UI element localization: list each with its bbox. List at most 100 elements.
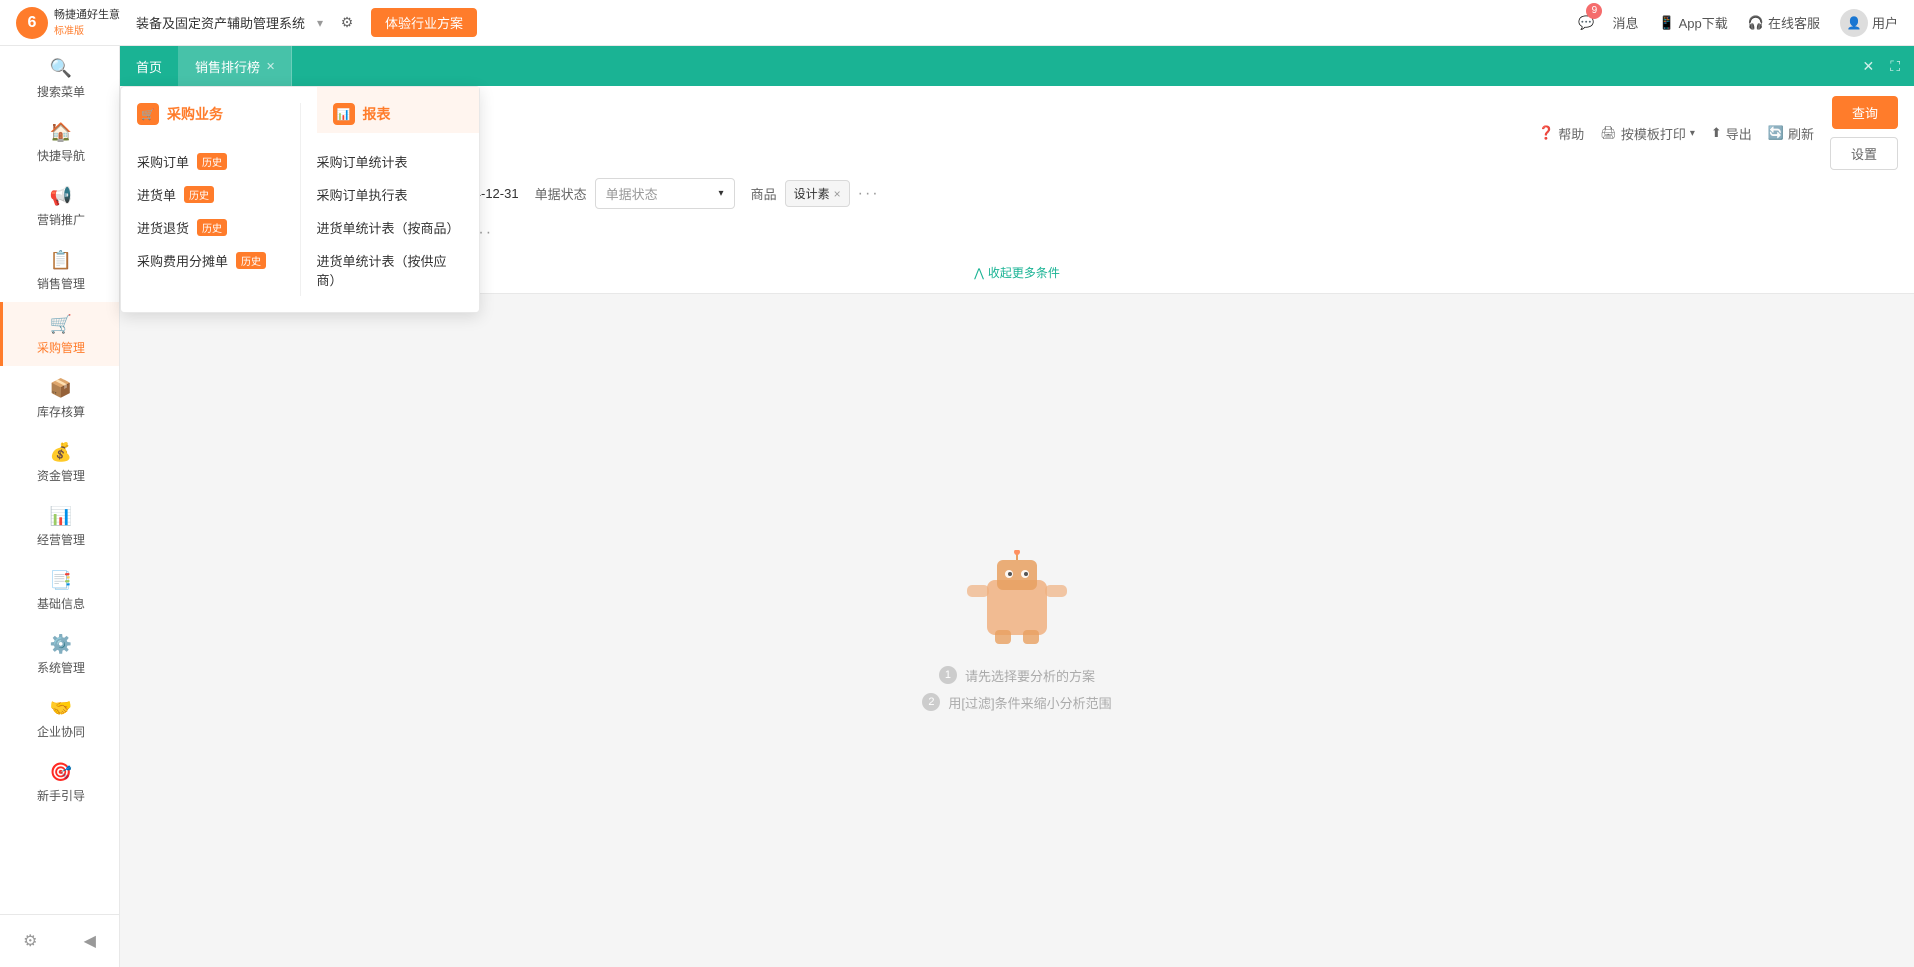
basic-info-icon: 📑 (50, 570, 72, 591)
dropdown-divider (300, 103, 301, 296)
reports-col-title: 报表 (363, 104, 391, 124)
search-icon: 🔍 (50, 58, 72, 79)
logo-icon: 6 (16, 7, 48, 39)
system-icon: ⚙️ (50, 634, 72, 655)
help-button[interactable]: ❓ 帮助 (1538, 124, 1584, 143)
refresh-icon: 🔄 (1768, 125, 1784, 141)
goods-tag-value: 设计素 (794, 185, 830, 202)
logo-line1: 畅捷通好生意 (54, 8, 120, 22)
purchase-col-title: 采购业务 (167, 104, 223, 124)
empty-step-1: 1 请先选择要分析的方案 (939, 666, 1095, 685)
reports-col-icon: 📊 (333, 103, 355, 125)
sidebar-label-quick-nav: 快捷导航 (37, 147, 85, 164)
sidebar-item-capital[interactable]: 💰 资金管理 (0, 430, 119, 494)
sidebar-label-basic-info: 基础信息 (37, 595, 85, 612)
message-badge: 9 (1586, 3, 1602, 19)
sidebar-item-sales[interactable]: 📋 销售管理 (0, 238, 119, 302)
sidebar-item-operations[interactable]: 📊 经营管理 (0, 494, 119, 558)
sales-icon: 📋 (50, 250, 72, 271)
operations-icon: 📊 (50, 506, 72, 527)
online-service-button[interactable]: 🎧 在线客服 (1748, 13, 1820, 32)
sidebar-label-capital: 资金管理 (37, 467, 85, 484)
dropdown-item-receipt-stats-goods[interactable]: 进货单统计表（按商品） (317, 211, 464, 244)
headset-icon: 🎧 (1748, 15, 1764, 31)
doc-status-value: 单据状态 (606, 184, 715, 203)
doc-status-select[interactable]: 单据状态 ▾ (595, 178, 735, 209)
dropdown-item-order-stats[interactable]: 采购订单统计表 (317, 145, 464, 178)
empty-state: 1 请先选择要分析的方案 2 用[过滤]条件来缩小分析范围 (120, 294, 1914, 967)
sidebar-label-marketing: 营销推广 (37, 211, 85, 228)
sidebar-item-basic-info[interactable]: 📑 基础信息 (0, 558, 119, 622)
user-menu-button[interactable]: 👤 用户 (1840, 9, 1898, 37)
refresh-button[interactable]: 🔄 刷新 (1768, 124, 1814, 143)
sidebar: 🔍 搜索菜单 🏠 快捷导航 📢 营销推广 📋 销售管理 🛒 采购管理 📦 库存核… (0, 46, 120, 967)
history-badge-3: 历史 (236, 252, 266, 269)
order-exec-label: 采购订单执行表 (317, 185, 408, 204)
order-stats-label: 采购订单统计表 (317, 152, 408, 171)
sidebar-label-enterprise: 企业协同 (37, 723, 85, 740)
sidebar-item-guide[interactable]: 🎯 新手引导 (0, 750, 119, 814)
gear-icon[interactable]: ⚙ (335, 11, 359, 35)
dropdown-item-goods-receipt[interactable]: 进货单 历史 (137, 178, 284, 211)
reports-col: 📊 报表 采购订单统计表 采购订单执行表 进货单统计表（按商品） 进货单统计表（… (317, 103, 464, 296)
sidebar-item-purchase[interactable]: 🛒 采购管理 (0, 302, 119, 366)
collapse-button[interactable]: ⋀ 收起更多条件 (958, 260, 1076, 285)
tab-sales-rank[interactable]: 销售排行榜 ✕ (179, 46, 292, 86)
print-dropdown-icon: ▾ (1690, 128, 1695, 139)
tab-close-window-icon[interactable]: ✕ (1856, 54, 1880, 79)
dropdown-item-purchase-expense[interactable]: 采购费用分摊单 历史 (137, 244, 284, 277)
sidebar-item-search[interactable]: 🔍 搜索菜单 (0, 46, 119, 110)
logo-line2: 标准版 (54, 22, 120, 37)
sidebar-item-quick-nav[interactable]: 🏠 快捷导航 (0, 110, 119, 174)
setting-button[interactable]: 设置 (1830, 137, 1898, 170)
print-button[interactable]: 🖨 按模板打印 ▾ (1600, 124, 1695, 143)
purchase-order-label: 采购订单 (137, 152, 189, 171)
system-dropdown-arrow[interactable]: ▾ (317, 16, 323, 30)
collapse-sidebar-icon[interactable]: ◀ (80, 927, 100, 955)
app-download-button[interactable]: 📱 App下载 (1658, 13, 1727, 32)
goods-receipt-label: 进货单 (137, 185, 176, 204)
tab-bar: 首页 销售排行榜 ✕ ✕ ⛶ (120, 46, 1914, 86)
tab-home[interactable]: 首页 (120, 46, 179, 86)
sidebar-label-inventory: 库存核算 (37, 403, 85, 420)
sidebar-bottom: ⚙ ◀ (0, 914, 119, 967)
purchase-col-header: 🛒 采购业务 (137, 103, 284, 133)
sidebar-item-marketing[interactable]: 📢 营销推广 (0, 174, 119, 238)
goods-tag-close[interactable]: × (834, 187, 841, 201)
industry-button[interactable]: 体验行业方案 (371, 8, 477, 37)
sidebar-item-system[interactable]: ⚙️ 系统管理 (0, 622, 119, 686)
tab-close-icon[interactable]: ✕ (266, 60, 275, 73)
query-button[interactable]: 查询 (1832, 96, 1898, 129)
tab-expand-icon[interactable]: ⛶ (1884, 54, 1906, 79)
empty-step1-text: 请先选择要分析的方案 (965, 666, 1095, 685)
purchase-expense-label: 采购费用分摊单 (137, 251, 228, 270)
settings-bottom-icon[interactable]: ⚙ (19, 927, 41, 955)
header-center: 装备及固定资产辅助管理系统 ▾ ⚙ 体验行业方案 (136, 8, 1578, 37)
home-icon: 🏠 (50, 122, 72, 143)
sidebar-item-enterprise[interactable]: 🤝 企业协同 (0, 686, 119, 750)
message-button[interactable]: 💬 9 消息 (1578, 11, 1638, 35)
history-badge-2: 历史 (197, 219, 227, 236)
dropdown-item-goods-return[interactable]: 进货退货 历史 (137, 211, 284, 244)
dropdown-item-receipt-stats-supplier[interactable]: 进货单统计表（按供应商） (317, 244, 464, 296)
dropdown-item-purchase-order[interactable]: 采购订单 历史 (137, 145, 284, 178)
doc-status-label: 单据状态 (535, 184, 587, 203)
collapse-label: 收起更多条件 (988, 264, 1060, 281)
dropdown-item-order-exec[interactable]: 采购订单执行表 (317, 178, 464, 211)
logo-area: 6 畅捷通好生意 标准版 (16, 7, 136, 39)
sidebar-label-system: 系统管理 (37, 659, 85, 676)
purchase-business-col: 🛒 采购业务 采购订单 历史 进货单 历史 进货退货 历史 采购费用分摊单 历史 (137, 103, 284, 296)
phone-icon: 📱 (1658, 15, 1674, 31)
sidebar-item-inventory[interactable]: 📦 库存核算 (0, 366, 119, 430)
goods-more-icon[interactable]: ··· (858, 185, 880, 203)
history-badge-1: 历史 (184, 186, 214, 203)
inventory-icon: 📦 (50, 378, 72, 399)
tab-home-label: 首页 (136, 57, 162, 76)
export-button[interactable]: ⬆ 导出 (1711, 124, 1752, 143)
sidebar-label-purchase: 采购管理 (37, 339, 85, 356)
goods-group: 商品 设计素 × ··· (751, 180, 880, 207)
goods-return-label: 进货退货 (137, 218, 189, 237)
reports-col-header: 📊 报表 (317, 87, 480, 133)
empty-step-2: 2 用[过滤]条件来缩小分析范围 (922, 693, 1111, 712)
receipt-stats-supplier-label: 进货单统计表（按供应商） (317, 251, 464, 289)
